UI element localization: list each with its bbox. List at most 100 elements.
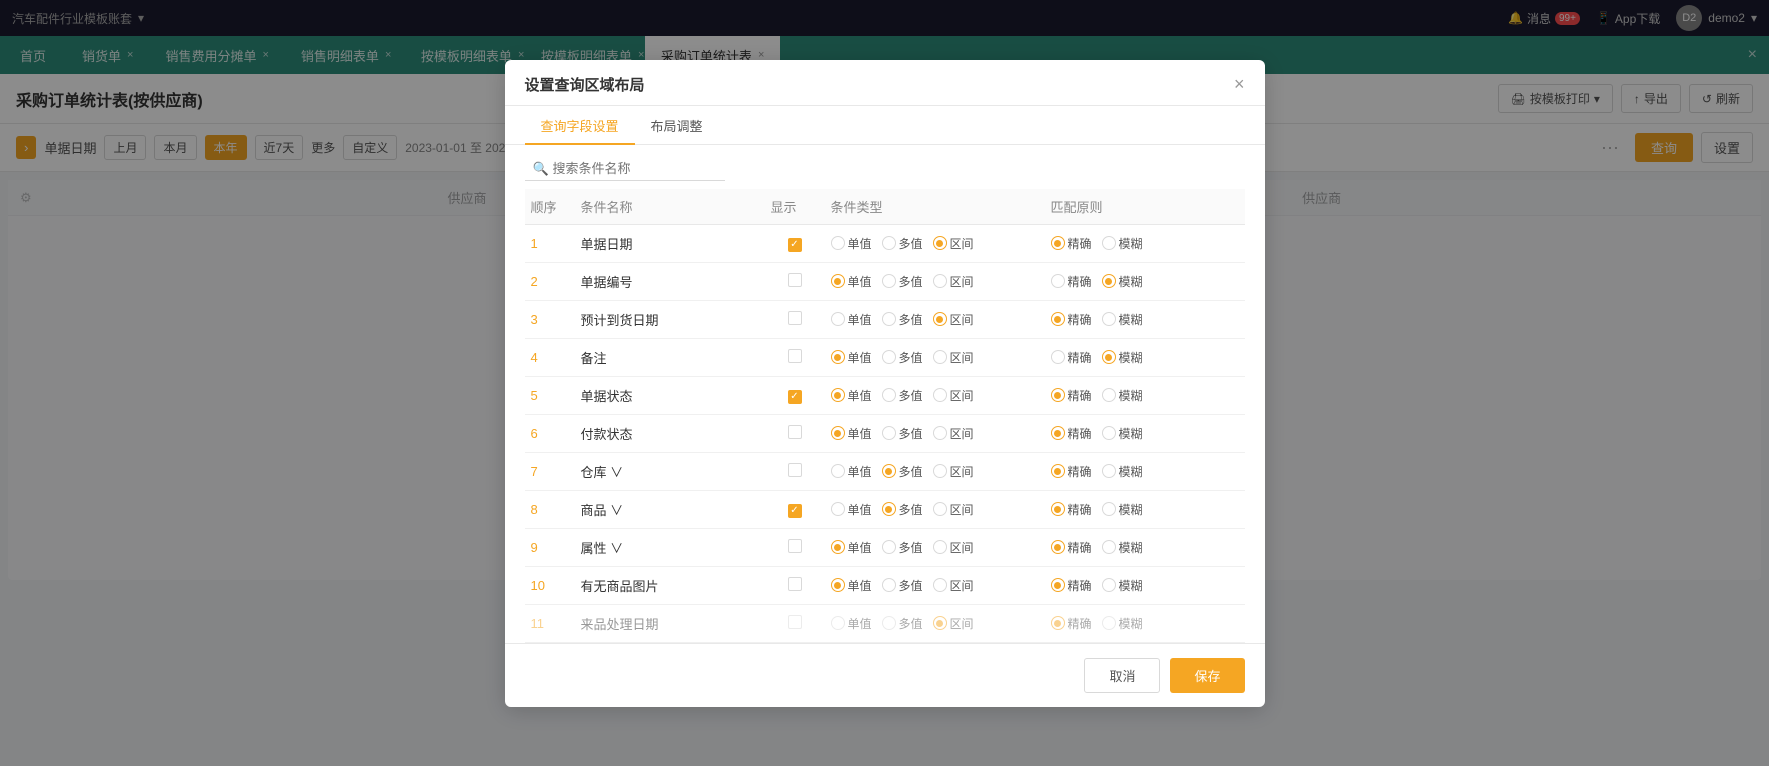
type-radio-单值[interactable]: 单值 — [831, 273, 872, 290]
match-radio-模糊[interactable]: 模糊 — [1102, 463, 1143, 480]
row-display-checkbox[interactable] — [765, 604, 825, 642]
match-radio-模糊[interactable]: 模糊 — [1102, 615, 1143, 632]
match-radio-精确[interactable]: 精确 — [1051, 615, 1092, 632]
row-condition-name: 单据状态 — [575, 376, 765, 414]
search-input[interactable] — [525, 157, 725, 181]
type-radio-区间[interactable]: 区间 — [933, 615, 974, 632]
display-checkbox[interactable] — [788, 311, 802, 325]
match-radio-模糊[interactable]: 模糊 — [1102, 501, 1143, 518]
type-radio-区间[interactable]: 区间 — [933, 235, 974, 252]
modal: 设置查询区域布局 × 查询字段设置 布局调整 🔍 — [505, 60, 1265, 707]
match-radio-精确[interactable]: 精确 — [1051, 501, 1092, 518]
table-row: 3预计到货日期 单值 多值 区间 精确 模糊 — [525, 300, 1245, 338]
match-radio-精确[interactable]: 精确 — [1051, 311, 1092, 328]
tab-layout-adjust[interactable]: 布局调整 — [635, 106, 719, 145]
match-radio-模糊[interactable]: 模糊 — [1102, 539, 1143, 556]
type-radio-多值[interactable]: 多值 — [882, 387, 923, 404]
match-radio-精确[interactable]: 精确 — [1051, 387, 1092, 404]
match-radio-模糊[interactable]: 模糊 — [1102, 311, 1143, 328]
type-radio-多值[interactable]: 多值 — [882, 577, 923, 594]
match-radio-精确[interactable]: 精确 — [1051, 577, 1092, 594]
type-radio-区间[interactable]: 区间 — [933, 349, 974, 366]
table-row: 2单据编号 单值 多值 区间 精确 模糊 — [525, 262, 1245, 300]
match-radio-精确[interactable]: 精确 — [1051, 539, 1092, 556]
row-condition-name: 预计到货日期 — [575, 300, 765, 338]
type-radio-多值[interactable]: 多值 — [882, 615, 923, 632]
match-radio-精确[interactable]: 精确 — [1051, 349, 1092, 366]
display-checkbox[interactable] — [788, 577, 802, 591]
row-display-checkbox[interactable] — [765, 262, 825, 300]
type-radio-多值[interactable]: 多值 — [882, 235, 923, 252]
display-checkbox[interactable] — [788, 463, 802, 477]
cancel-button[interactable]: 取消 — [1084, 658, 1160, 693]
type-radio-多值[interactable]: 多值 — [882, 539, 923, 556]
row-display-checkbox[interactable]: ✓ — [765, 224, 825, 262]
type-radio-区间[interactable]: 区间 — [933, 577, 974, 594]
row-display-checkbox[interactable] — [765, 300, 825, 338]
type-radio-单值[interactable]: 单值 — [831, 349, 872, 366]
row-type-options: 单值 多值 区间 — [825, 452, 1045, 490]
type-radio-单值[interactable]: 单值 — [831, 311, 872, 328]
row-match-options: 精确 模糊 — [1045, 604, 1245, 642]
type-radio-单值[interactable]: 单值 — [831, 425, 872, 442]
type-radio-区间[interactable]: 区间 — [933, 387, 974, 404]
row-type-options: 单值 多值 区间 — [825, 300, 1045, 338]
type-radio-区间[interactable]: 区间 — [933, 311, 974, 328]
match-radio-精确[interactable]: 精确 — [1051, 273, 1092, 290]
type-radio-单值[interactable]: 单值 — [831, 501, 872, 518]
type-radio-区间[interactable]: 区间 — [933, 501, 974, 518]
row-type-options: 单值 多值 区间 — [825, 528, 1045, 566]
type-radio-单值[interactable]: 单值 — [831, 539, 872, 556]
type-radio-多值[interactable]: 多值 — [882, 273, 923, 290]
row-display-checkbox[interactable] — [765, 452, 825, 490]
match-radio-模糊[interactable]: 模糊 — [1102, 235, 1143, 252]
row-display-checkbox[interactable] — [765, 566, 825, 604]
type-radio-多值[interactable]: 多值 — [882, 425, 923, 442]
modal-overlay: 设置查询区域布局 × 查询字段设置 布局调整 🔍 — [0, 0, 1769, 766]
type-radio-单值[interactable]: 单值 — [831, 235, 872, 252]
display-checkbox[interactable] — [788, 539, 802, 553]
type-radio-单值[interactable]: 单值 — [831, 577, 872, 594]
row-display-checkbox[interactable]: ✓ — [765, 376, 825, 414]
type-radio-单值[interactable]: 单值 — [831, 615, 872, 632]
display-checkbox[interactable] — [788, 615, 802, 629]
display-checkbox[interactable] — [788, 273, 802, 287]
row-condition-name: 商品 ∨ — [575, 490, 765, 528]
row-display-checkbox[interactable] — [765, 338, 825, 376]
match-radio-模糊[interactable]: 模糊 — [1102, 273, 1143, 290]
row-display-checkbox[interactable]: ✓ — [765, 490, 825, 528]
type-radio-区间[interactable]: 区间 — [933, 463, 974, 480]
match-radio-模糊[interactable]: 模糊 — [1102, 387, 1143, 404]
match-radio-模糊[interactable]: 模糊 — [1102, 425, 1143, 442]
row-order: 6 — [525, 414, 575, 452]
type-radio-多值[interactable]: 多值 — [882, 311, 923, 328]
search-input-wrapper: 🔍 — [525, 157, 725, 181]
type-radio-单值[interactable]: 单值 — [831, 387, 872, 404]
type-radio-区间[interactable]: 区间 — [933, 539, 974, 556]
type-radio-多值[interactable]: 多值 — [882, 349, 923, 366]
match-radio-模糊[interactable]: 模糊 — [1102, 349, 1143, 366]
display-checkbox[interactable] — [788, 349, 802, 363]
save-button[interactable]: 保存 — [1170, 658, 1244, 693]
match-radio-精确[interactable]: 精确 — [1051, 425, 1092, 442]
modal-close-button[interactable]: × — [1234, 75, 1245, 93]
display-checkbox[interactable] — [788, 425, 802, 439]
th-type: 条件类型 — [825, 189, 1045, 225]
tab-field-settings[interactable]: 查询字段设置 — [525, 106, 635, 145]
display-checkbox[interactable]: ✓ — [788, 238, 802, 252]
match-radio-精确[interactable]: 精确 — [1051, 235, 1092, 252]
search-bar: 🔍 — [505, 145, 1265, 189]
display-checkbox[interactable]: ✓ — [788, 390, 802, 404]
match-radio-模糊[interactable]: 模糊 — [1102, 577, 1143, 594]
type-radio-单值[interactable]: 单值 — [831, 463, 872, 480]
display-checkbox[interactable]: ✓ — [788, 504, 802, 518]
row-type-options: 单值 多值 区间 — [825, 338, 1045, 376]
type-radio-多值[interactable]: 多值 — [882, 463, 923, 480]
row-display-checkbox[interactable] — [765, 414, 825, 452]
type-radio-区间[interactable]: 区间 — [933, 425, 974, 442]
match-radio-精确[interactable]: 精确 — [1051, 463, 1092, 480]
type-radio-区间[interactable]: 区间 — [933, 273, 974, 290]
table-row: 7仓库 ∨ 单值 多值 区间 精确 模糊 — [525, 452, 1245, 490]
type-radio-多值[interactable]: 多值 — [882, 501, 923, 518]
row-display-checkbox[interactable] — [765, 528, 825, 566]
